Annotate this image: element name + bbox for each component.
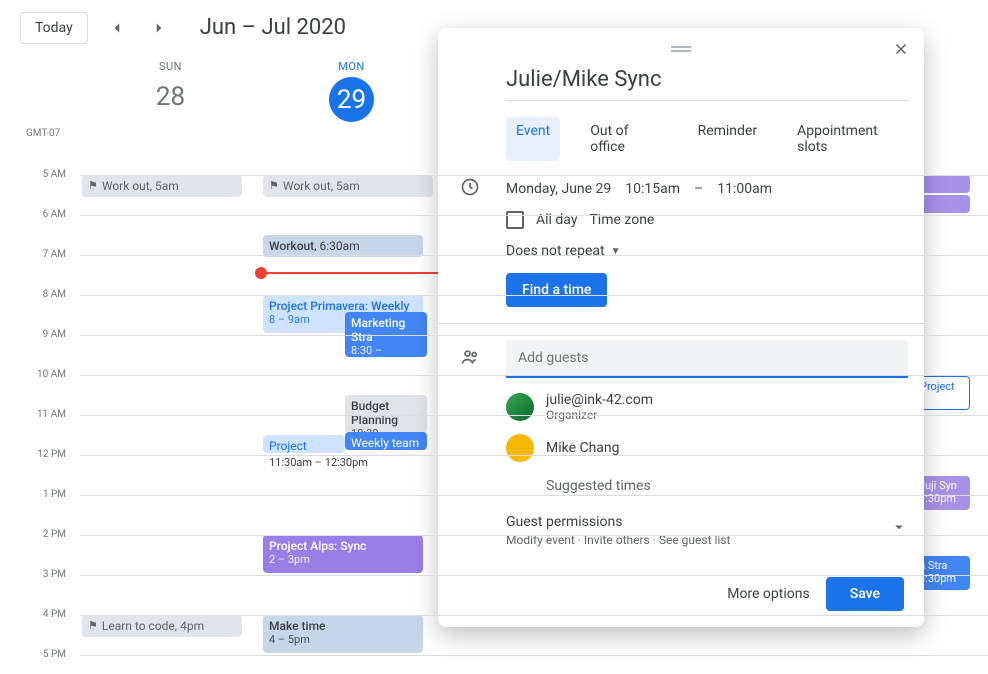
hour-line	[80, 655, 988, 656]
tab-appointment-slots[interactable]: Appointment slots	[787, 117, 908, 161]
hour-label: 11 AM	[0, 409, 76, 420]
hour-line	[80, 455, 988, 456]
day-sun-num[interactable]: 28	[80, 77, 261, 117]
event-workout-sun[interactable]: ⚑Work out, 5am	[82, 175, 242, 197]
chevron-down-icon[interactable]	[890, 518, 908, 540]
people-icon	[460, 347, 480, 371]
hour-line	[80, 615, 988, 616]
hour-label: 9 AM	[0, 329, 76, 340]
tab-event[interactable]: Event	[506, 117, 560, 161]
guest-permissions-title: Guest permissions	[506, 514, 730, 530]
event-date[interactable]: Monday, June 29	[506, 181, 611, 197]
avatar	[506, 393, 534, 421]
event-alps[interactable]: Project Alps: Sync2 – 3pm	[263, 535, 423, 573]
hour-label: 3 PM	[0, 569, 76, 580]
flag-icon: ⚑	[269, 179, 279, 193]
hour-label: 1 PM	[0, 489, 76, 500]
avatar	[506, 434, 534, 462]
event-workout-mon-5am[interactable]: ⚑Work out, 5am	[263, 175, 433, 197]
event-start-time[interactable]: 10:15am	[625, 181, 680, 197]
event-title-input[interactable]	[506, 63, 908, 101]
save-button[interactable]: Save	[826, 577, 904, 611]
guest-email[interactable]: julie@ink-42.com	[546, 392, 653, 408]
event-learn-code[interactable]: ⚑Learn to code, 4pm	[82, 615, 242, 637]
time-dash: –	[694, 181, 703, 197]
hour-label: 2 PM	[0, 529, 76, 540]
hour-line	[80, 535, 988, 536]
hour-label: 10 AM	[0, 369, 76, 380]
event-budget[interactable]: Budget Planning10:30 – 11:30a	[345, 395, 427, 433]
event-team-sync[interactable]: Weekly team s	[345, 432, 427, 450]
hour-line	[80, 335, 988, 336]
event-primavera-bi[interactable]: Project Primave	[263, 435, 345, 453]
event-maketime[interactable]: Make time4 – 5pm	[263, 615, 423, 653]
hour-line	[80, 295, 988, 296]
hour-label: 6 AM	[0, 209, 76, 220]
event-workout-630[interactable]: Workout, 6:30am	[263, 235, 423, 257]
hour-line	[80, 175, 988, 176]
suggested-times-link[interactable]: Suggested times	[546, 478, 908, 494]
hour-line	[80, 575, 988, 576]
clock-icon	[460, 177, 480, 201]
repeat-select[interactable]: Does not repeat ▼	[506, 243, 621, 259]
today-button[interactable]: Today	[20, 12, 88, 44]
prev-icon[interactable]	[104, 15, 130, 41]
hour-label: 7 AM	[0, 249, 76, 260]
hour-line	[80, 495, 988, 496]
allday-checkbox[interactable]	[506, 211, 524, 229]
next-icon[interactable]	[146, 15, 172, 41]
now-indicator	[261, 272, 442, 274]
flag-icon: ⚑	[88, 619, 98, 633]
date-range: Jun – Jul 2020	[200, 15, 346, 40]
drag-handle-icon[interactable]	[438, 28, 924, 63]
hour-label: 5 AM	[0, 169, 76, 180]
hour-label: 5 PM	[0, 649, 76, 660]
day-mon-num[interactable]: 29	[329, 77, 374, 122]
hour-label: 12 PM	[0, 449, 76, 460]
find-time-button[interactable]: Find a time	[506, 273, 607, 307]
day-sun-dow: SUN	[80, 60, 261, 73]
flag-icon: ⚑	[88, 179, 98, 193]
hour-line	[80, 215, 988, 216]
event-modal: Event Out of office Reminder Appointment…	[438, 28, 924, 627]
hour-line	[80, 255, 988, 256]
more-options-button[interactable]: More options	[727, 586, 810, 602]
event-end-time[interactable]: 11:00am	[717, 181, 772, 197]
hour-label: 4 PM	[0, 609, 76, 620]
guest-name[interactable]: Mike Chang	[546, 440, 620, 456]
tab-reminder[interactable]: Reminder	[688, 117, 768, 161]
hour-line	[80, 375, 988, 376]
day-mon-dow: MON	[261, 60, 442, 73]
hour-line	[80, 415, 988, 416]
close-icon[interactable]	[892, 40, 910, 62]
gmt-label: GMT-07	[26, 128, 60, 139]
tab-out-of-office[interactable]: Out of office	[580, 117, 667, 161]
hour-label: 8 AM	[0, 289, 76, 300]
add-guests-input[interactable]	[506, 340, 908, 378]
